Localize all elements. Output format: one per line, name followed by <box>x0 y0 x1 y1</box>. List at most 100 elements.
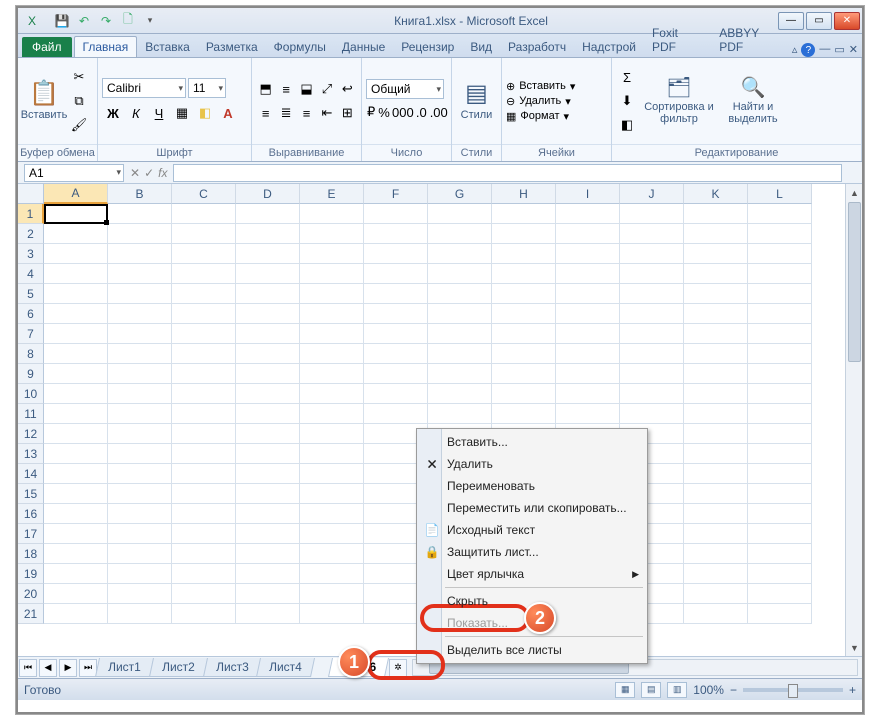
cell[interactable] <box>748 544 812 564</box>
cell[interactable] <box>684 364 748 384</box>
cell[interactable] <box>108 264 172 284</box>
cell[interactable] <box>620 384 684 404</box>
cell[interactable] <box>236 464 300 484</box>
cell[interactable] <box>108 464 172 484</box>
copy-icon[interactable]: ⧉ <box>68 90 90 112</box>
cell[interactable] <box>300 304 364 324</box>
cell[interactable] <box>172 604 236 624</box>
align-center-icon[interactable]: ≣ <box>276 102 295 124</box>
border-button[interactable]: ▦ <box>171 102 193 124</box>
cell[interactable] <box>108 304 172 324</box>
cell[interactable] <box>620 244 684 264</box>
align-top-icon[interactable]: ⬒ <box>256 78 275 100</box>
sheet-nav-prev-icon[interactable]: ◀ <box>39 659 57 677</box>
cell[interactable] <box>172 564 236 584</box>
cell[interactable] <box>748 424 812 444</box>
cell[interactable] <box>236 484 300 504</box>
enter-formula-icon[interactable]: ✓ <box>144 166 154 180</box>
cells-format-button[interactable]: ▦Формат ▾ <box>506 110 607 123</box>
find-select-button[interactable]: 🔍 Найти и выделить <box>720 60 786 142</box>
qat-more-icon[interactable]: ▾ <box>140 11 160 31</box>
cell[interactable] <box>44 604 108 624</box>
paste-button[interactable]: 📋 Вставить <box>22 60 66 142</box>
row-header[interactable]: 14 <box>18 464 44 484</box>
cell[interactable] <box>428 364 492 384</box>
cell[interactable] <box>108 564 172 584</box>
cell[interactable] <box>684 444 748 464</box>
cell[interactable] <box>556 224 620 244</box>
cell[interactable] <box>108 604 172 624</box>
column-header[interactable]: L <box>748 184 812 204</box>
cell[interactable] <box>236 284 300 304</box>
cell[interactable] <box>748 264 812 284</box>
dec-inc-icon[interactable]: .0 <box>415 101 428 123</box>
cell[interactable] <box>364 324 428 344</box>
cell[interactable] <box>300 324 364 344</box>
cell[interactable] <box>172 224 236 244</box>
cell[interactable] <box>684 384 748 404</box>
cell[interactable] <box>172 524 236 544</box>
cell[interactable] <box>620 344 684 364</box>
cell[interactable] <box>556 324 620 344</box>
cell[interactable] <box>172 364 236 384</box>
fill-icon[interactable]: ⬇ <box>616 90 638 112</box>
column-header[interactable]: I <box>556 184 620 204</box>
doc-minimize-icon[interactable]: — <box>819 43 830 57</box>
cell[interactable] <box>620 204 684 224</box>
ctx-source[interactable]: 📄Исходный текст <box>419 519 645 541</box>
cell[interactable] <box>492 204 556 224</box>
cell[interactable] <box>492 344 556 364</box>
cell[interactable] <box>364 304 428 324</box>
maximize-button[interactable]: ▭ <box>806 12 832 30</box>
cell[interactable] <box>748 304 812 324</box>
cell[interactable] <box>236 404 300 424</box>
zoom-slider[interactable] <box>743 688 843 692</box>
cell[interactable] <box>556 244 620 264</box>
cell[interactable] <box>44 424 108 444</box>
cell[interactable] <box>428 324 492 344</box>
cell[interactable] <box>236 204 300 224</box>
cell[interactable] <box>300 544 364 564</box>
cell[interactable] <box>300 244 364 264</box>
cell[interactable] <box>748 344 812 364</box>
cell[interactable] <box>300 444 364 464</box>
zoom-level[interactable]: 100% <box>693 683 724 697</box>
doc-restore-icon[interactable]: ▭ <box>834 43 844 57</box>
cell[interactable] <box>300 604 364 624</box>
cell[interactable] <box>236 604 300 624</box>
cell[interactable] <box>44 244 108 264</box>
cell[interactable] <box>108 504 172 524</box>
cell[interactable] <box>364 384 428 404</box>
cell[interactable] <box>44 544 108 564</box>
ribbon-minimize-icon[interactable]: ▵ <box>792 43 798 57</box>
sheet-nav-last-icon[interactable]: ⏭ <box>79 659 97 677</box>
cell[interactable] <box>108 424 172 444</box>
cell[interactable] <box>748 504 812 524</box>
cell[interactable] <box>108 224 172 244</box>
cell[interactable] <box>748 464 812 484</box>
cell[interactable] <box>108 544 172 564</box>
cell[interactable] <box>172 264 236 284</box>
ctx-tabcolor[interactable]: Цвет ярлычка▶ <box>419 563 645 585</box>
cell[interactable] <box>300 204 364 224</box>
cell[interactable] <box>300 224 364 244</box>
cell[interactable] <box>556 204 620 224</box>
cell[interactable] <box>300 404 364 424</box>
row-header[interactable]: 12 <box>18 424 44 444</box>
cell[interactable] <box>364 204 428 224</box>
sheet-tab-1[interactable]: Лист1 <box>95 658 154 677</box>
cell[interactable] <box>236 544 300 564</box>
wrap-text-icon[interactable]: ↩ <box>338 78 357 100</box>
cell[interactable] <box>620 224 684 244</box>
cell[interactable] <box>108 244 172 264</box>
cell[interactable] <box>44 324 108 344</box>
view-layout-icon[interactable]: ▤ <box>641 682 661 698</box>
align-right-icon[interactable]: ≡ <box>297 102 316 124</box>
cell[interactable] <box>300 284 364 304</box>
cell[interactable] <box>300 464 364 484</box>
cell[interactable] <box>44 304 108 324</box>
cell[interactable] <box>428 344 492 364</box>
save-icon[interactable]: 💾 <box>52 11 72 31</box>
cell[interactable] <box>364 264 428 284</box>
cell[interactable] <box>44 464 108 484</box>
